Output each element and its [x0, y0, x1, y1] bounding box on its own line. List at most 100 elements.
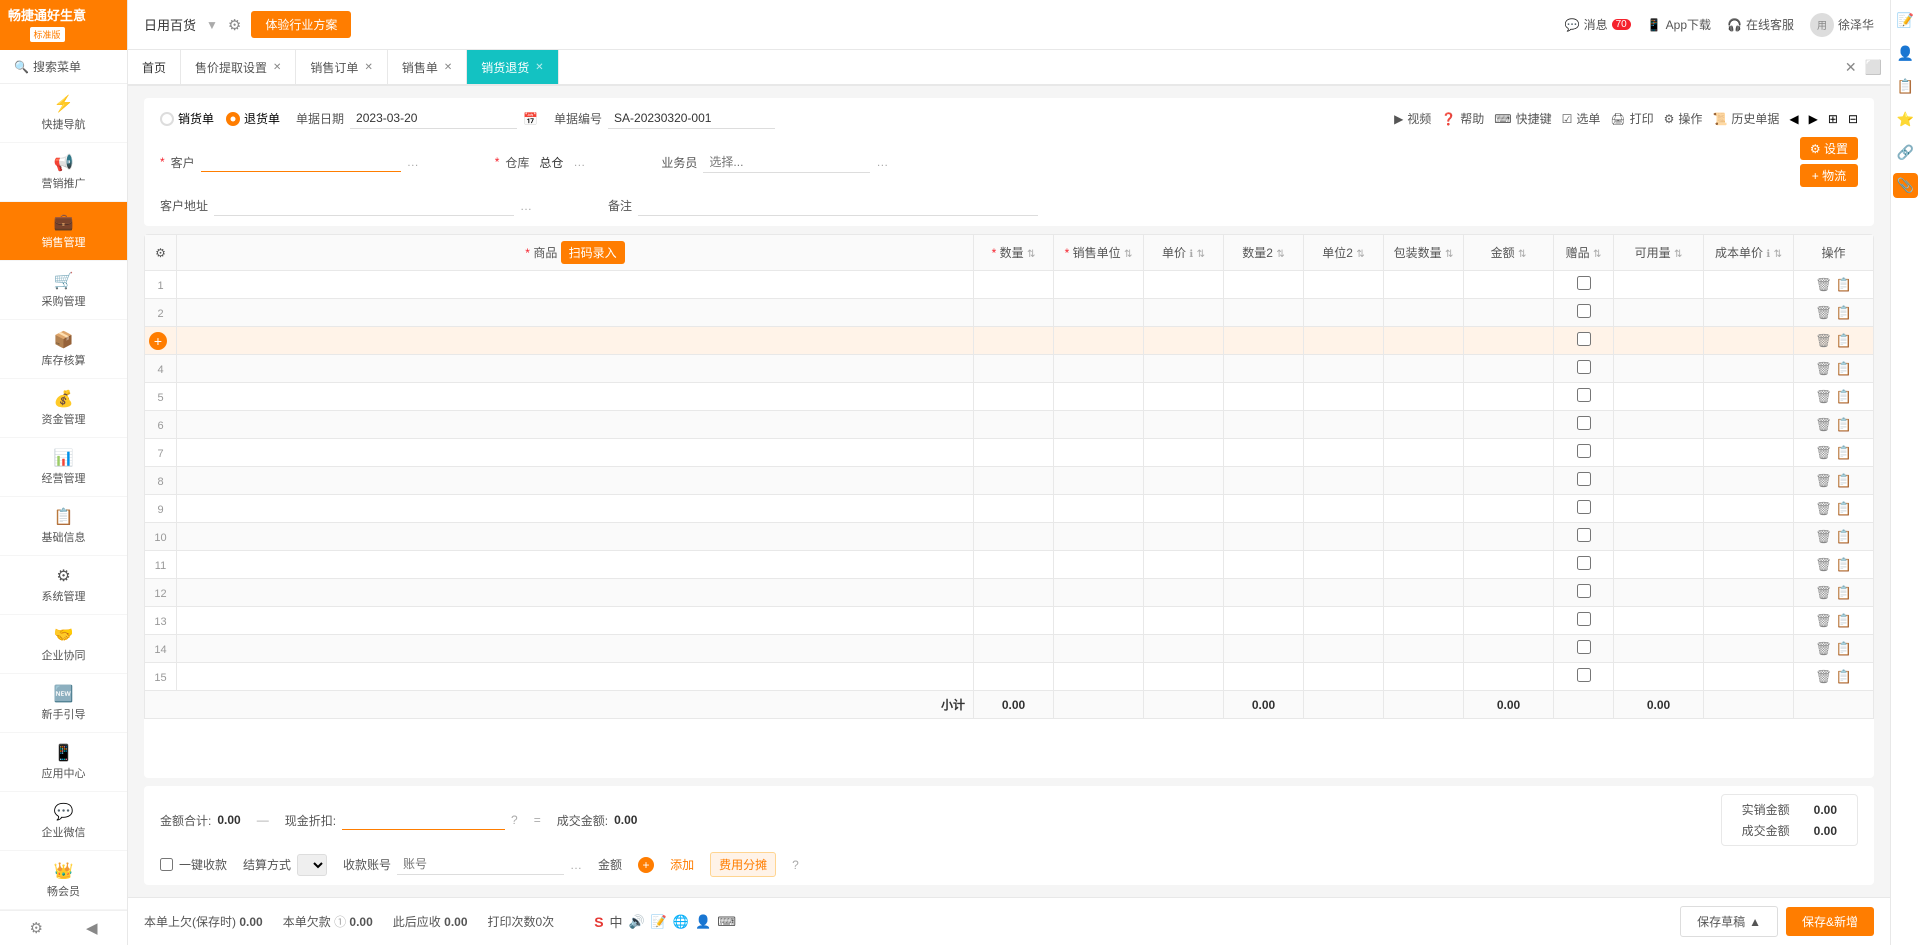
gift-checkbox[interactable] [1577, 472, 1591, 486]
operate-item[interactable]: ⚙ 操作 [1664, 110, 1703, 127]
product-cell[interactable] [177, 467, 974, 495]
account-dots[interactable]: … [570, 858, 582, 872]
grid-icon[interactable]: ⊟ [1848, 112, 1858, 126]
data-cell[interactable] [1304, 579, 1384, 607]
available-cell[interactable] [1614, 439, 1704, 467]
table-row[interactable]: 13🗑📋 [145, 607, 1874, 635]
history-item[interactable]: 📜 历史单据 [1712, 110, 1779, 127]
data-cell[interactable] [1464, 607, 1554, 635]
tab-sales-slip[interactable]: 销售单 ✕ [388, 50, 467, 84]
data-cell[interactable] [1304, 523, 1384, 551]
sidebar-item-guide[interactable]: 🆕 新手引导 [0, 674, 127, 733]
data-cell[interactable] [1464, 383, 1554, 411]
table-row[interactable]: 15🗑📋 [145, 663, 1874, 691]
customer-input[interactable] [201, 153, 401, 172]
table-row[interactable]: +🗑📋 [145, 327, 1874, 355]
available-cell[interactable] [1614, 495, 1704, 523]
data-cell[interactable] [1144, 495, 1224, 523]
cost-price-cell[interactable] [1704, 383, 1794, 411]
input-icon5[interactable]: 👤 [695, 914, 711, 930]
data-cell[interactable] [1144, 523, 1224, 551]
data-cell[interactable] [1054, 439, 1144, 467]
save-draft-btn[interactable]: 保存草稿 ▲ [1680, 906, 1778, 937]
data-cell[interactable] [1144, 439, 1224, 467]
gift-checkbox[interactable] [1577, 528, 1591, 542]
table-row[interactable]: 4🗑📋 [145, 355, 1874, 383]
data-cell[interactable] [1464, 411, 1554, 439]
data-cell[interactable] [1304, 551, 1384, 579]
gift-checkbox[interactable] [1577, 556, 1591, 570]
copy-icon[interactable]: 📋 [1836, 417, 1852, 433]
cost-price-cell[interactable] [1704, 551, 1794, 579]
available-cell[interactable] [1614, 467, 1704, 495]
data-cell[interactable] [1384, 355, 1464, 383]
cost-price-cell[interactable] [1704, 299, 1794, 327]
copy-icon[interactable]: 📋 [1836, 361, 1852, 377]
sidebar-item-quick-nav[interactable]: ⚡ 快捷导航 [0, 84, 127, 143]
salesperson-input[interactable] [703, 152, 870, 173]
tab-close-icon[interactable]: ✕ [535, 62, 543, 73]
scan-btn[interactable]: 扫码录入 [561, 241, 625, 264]
data-cell[interactable] [1224, 523, 1304, 551]
data-cell[interactable] [1054, 551, 1144, 579]
data-cell[interactable] [1304, 467, 1384, 495]
data-cell[interactable] [1384, 467, 1464, 495]
gift-checkbox[interactable] [1577, 640, 1591, 654]
data-cell[interactable] [1224, 495, 1304, 523]
product-cell[interactable] [177, 663, 974, 691]
data-cell[interactable] [1304, 355, 1384, 383]
delete-icon[interactable]: 🗑 [1815, 641, 1832, 657]
data-cell[interactable] [1464, 467, 1554, 495]
salesperson-dots[interactable]: … [876, 155, 888, 169]
online-service-item[interactable]: 🎧 在线客服 [1727, 16, 1794, 33]
product-cell[interactable] [177, 607, 974, 635]
table-row[interactable]: 12🗑📋 [145, 579, 1874, 607]
gift-checkbox[interactable] [1577, 304, 1591, 318]
cost-price-cell[interactable] [1704, 271, 1794, 299]
delete-icon[interactable]: 🗑 [1815, 557, 1832, 573]
delete-icon[interactable]: 🗑 [1815, 585, 1832, 601]
input-icon2[interactable]: 🔊 [629, 914, 645, 930]
data-cell[interactable] [1384, 439, 1464, 467]
tab-sales-order[interactable]: 销售订单 ✕ [296, 50, 387, 84]
data-cell[interactable] [1304, 327, 1384, 355]
delete-icon[interactable]: 🗑 [1815, 613, 1832, 629]
data-cell[interactable] [1224, 271, 1304, 299]
data-cell[interactable] [1054, 383, 1144, 411]
sidebar-item-sales[interactable]: 💼 销售管理 [0, 202, 127, 261]
data-cell[interactable] [1144, 271, 1224, 299]
copy-icon[interactable]: 📋 [1836, 305, 1852, 321]
data-cell[interactable] [974, 663, 1054, 691]
rp-notes-icon[interactable]: 📝 [1893, 8, 1918, 33]
data-cell[interactable] [1054, 579, 1144, 607]
customer-dots[interactable]: … [407, 155, 419, 169]
delete-icon[interactable]: 🗑 [1815, 445, 1832, 461]
settings-bottom-icon[interactable]: ⚙ [30, 919, 43, 937]
data-cell[interactable] [1304, 607, 1384, 635]
tab-home[interactable]: 首页 [128, 50, 181, 84]
copy-icon[interactable]: 📋 [1836, 585, 1852, 601]
data-cell[interactable] [1464, 663, 1554, 691]
gift-checkbox[interactable] [1577, 668, 1591, 682]
data-cell[interactable] [1144, 327, 1224, 355]
copy-icon[interactable]: 📋 [1836, 501, 1852, 517]
data-cell[interactable] [1144, 635, 1224, 663]
sidebar-item-system[interactable]: ⚙ 系统管理 [0, 556, 127, 615]
data-cell[interactable] [1464, 635, 1554, 663]
data-cell[interactable] [1384, 607, 1464, 635]
available-cell[interactable] [1614, 551, 1704, 579]
data-cell[interactable] [1304, 439, 1384, 467]
product-cell[interactable] [177, 635, 974, 663]
copy-icon[interactable]: 📋 [1836, 557, 1852, 573]
data-cell[interactable] [1304, 271, 1384, 299]
data-cell[interactable] [1054, 327, 1144, 355]
user-item[interactable]: 用 徐泽华 [1810, 13, 1874, 37]
number-input[interactable] [608, 108, 775, 129]
data-cell[interactable] [974, 607, 1054, 635]
cost-price-cell[interactable] [1704, 663, 1794, 691]
data-cell[interactable] [1224, 467, 1304, 495]
shortcut-item[interactable]: ⌨ 快捷键 [1494, 110, 1551, 127]
product-cell[interactable] [177, 579, 974, 607]
input-icon3[interactable]: 📝 [651, 914, 667, 930]
available-cell[interactable] [1614, 383, 1704, 411]
